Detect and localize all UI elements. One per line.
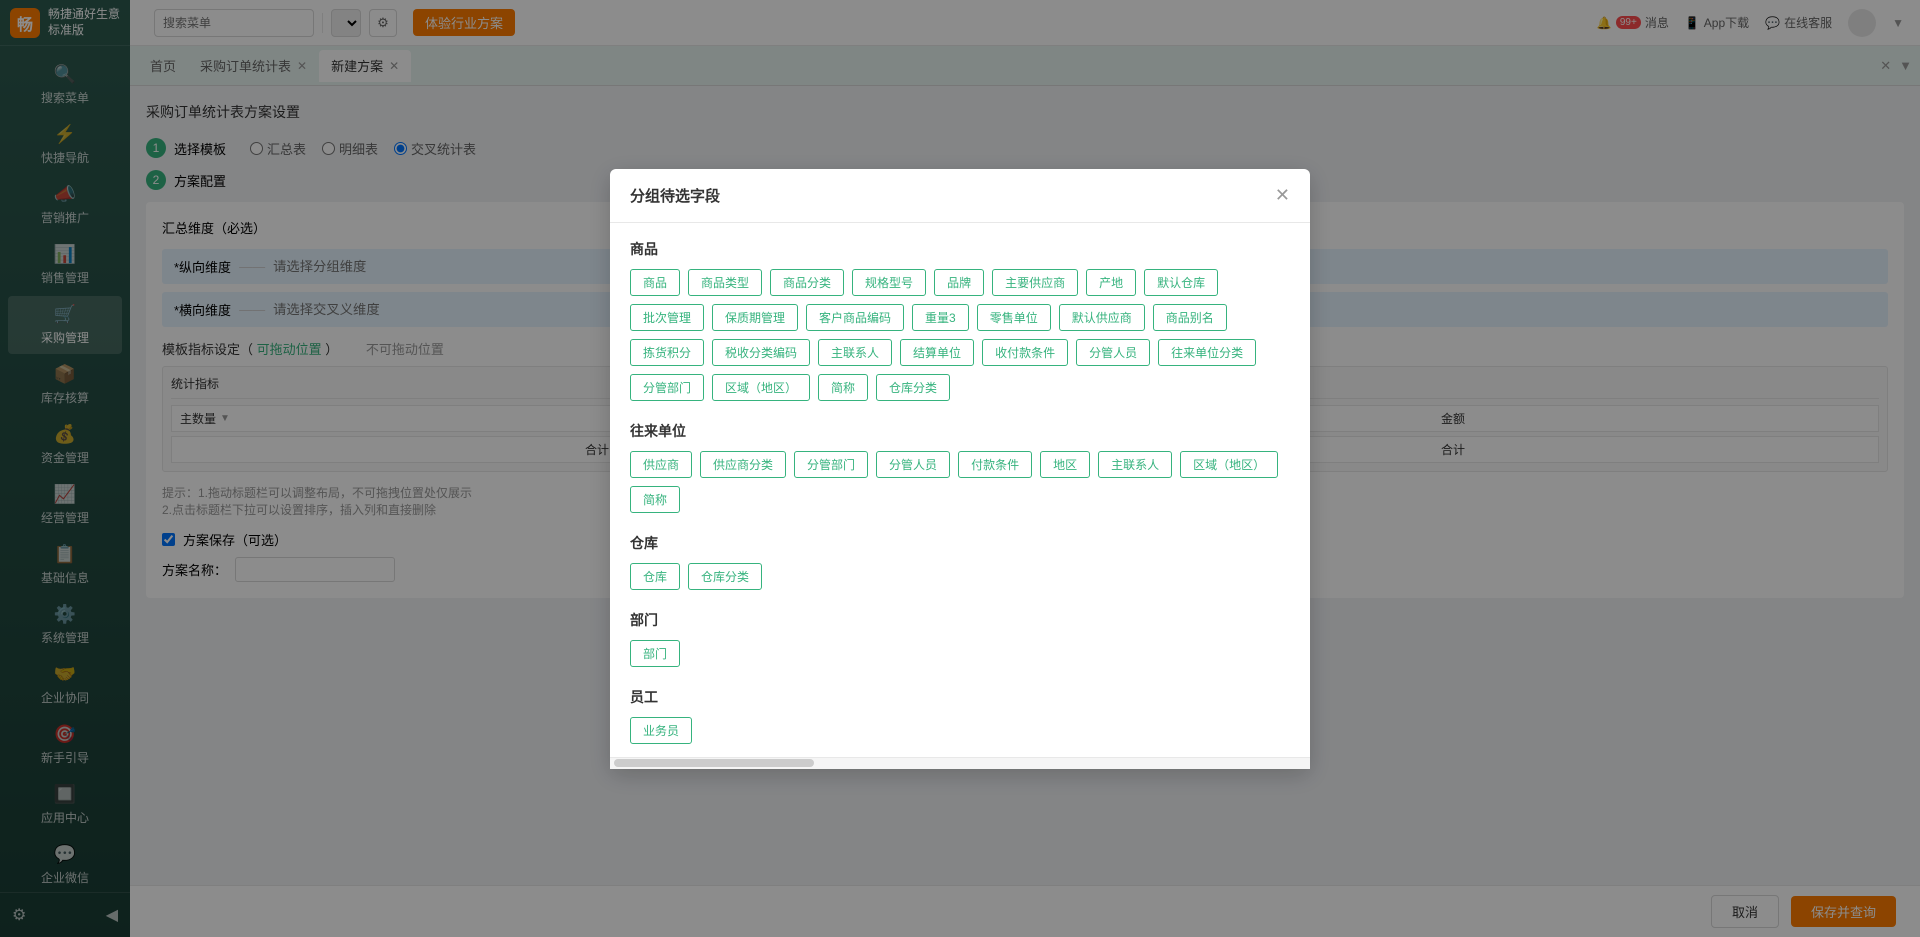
field-tag-0-14[interactable]: 商品别名 <box>1153 304 1227 331</box>
field-tag-0-25[interactable]: 仓库分类 <box>876 374 950 401</box>
field-tag-1-3[interactable]: 分管人员 <box>876 451 950 478</box>
field-tag-0-19[interactable]: 收付款条件 <box>982 339 1068 366</box>
field-section-4: 员工业务员 <box>630 687 1290 744</box>
modal-title: 分组待选字段 <box>630 185 720 206</box>
field-tag-2-0[interactable]: 仓库 <box>630 563 680 590</box>
modal-overlay: 分组待选字段 ✕ 商品商品商品类型商品分类规格型号品牌主要供应商产地默认仓库批次… <box>0 0 1920 937</box>
field-section-2: 仓库仓库仓库分类 <box>630 533 1290 590</box>
field-tag-1-4[interactable]: 付款条件 <box>958 451 1032 478</box>
modal-body: 商品商品商品类型商品分类规格型号品牌主要供应商产地默认仓库批次管理保质期管理客户… <box>610 223 1310 757</box>
field-tag-0-9[interactable]: 保质期管理 <box>712 304 798 331</box>
modal-dialog: 分组待选字段 ✕ 商品商品商品类型商品分类规格型号品牌主要供应商产地默认仓库批次… <box>610 169 1310 769</box>
field-tag-1-6[interactable]: 主联系人 <box>1098 451 1172 478</box>
field-tag-0-3[interactable]: 规格型号 <box>852 269 926 296</box>
field-tag-1-0[interactable]: 供应商 <box>630 451 692 478</box>
field-tags-0: 商品商品类型商品分类规格型号品牌主要供应商产地默认仓库批次管理保质期管理客户商品… <box>630 269 1290 401</box>
field-tag-0-21[interactable]: 往来单位分类 <box>1158 339 1256 366</box>
field-tag-3-0[interactable]: 部门 <box>630 640 680 667</box>
field-tags-4: 业务员 <box>630 717 1290 744</box>
field-tag-0-12[interactable]: 零售单位 <box>977 304 1051 331</box>
field-tag-0-8[interactable]: 批次管理 <box>630 304 704 331</box>
field-section-title-3: 部门 <box>630 610 1290 630</box>
field-tag-4-0[interactable]: 业务员 <box>630 717 692 744</box>
field-tag-1-8[interactable]: 简称 <box>630 486 680 513</box>
field-tag-0-6[interactable]: 产地 <box>1086 269 1136 296</box>
field-tag-0-20[interactable]: 分管人员 <box>1076 339 1150 366</box>
field-tag-0-24[interactable]: 简称 <box>818 374 868 401</box>
field-section-title-0: 商品 <box>630 239 1290 259</box>
field-tag-0-23[interactable]: 区域（地区） <box>712 374 810 401</box>
field-section-0: 商品商品商品类型商品分类规格型号品牌主要供应商产地默认仓库批次管理保质期管理客户… <box>630 239 1290 401</box>
field-section-title-1: 往来单位 <box>630 421 1290 441</box>
field-tag-0-22[interactable]: 分管部门 <box>630 374 704 401</box>
scroll-thumb <box>614 759 814 767</box>
field-tag-0-17[interactable]: 主联系人 <box>818 339 892 366</box>
field-tag-0-16[interactable]: 税收分类编码 <box>712 339 810 366</box>
field-section-title-2: 仓库 <box>630 533 1290 553</box>
modal-header: 分组待选字段 ✕ <box>610 169 1310 223</box>
field-tags-3: 部门 <box>630 640 1290 667</box>
field-section-3: 部门部门 <box>630 610 1290 667</box>
field-tag-0-13[interactable]: 默认供应商 <box>1059 304 1145 331</box>
field-tags-1: 供应商供应商分类分管部门分管人员付款条件地区主联系人区域（地区） 简称 <box>630 451 1290 513</box>
field-tag-0-11[interactable]: 重量3 <box>912 304 969 331</box>
field-section-1: 往来单位供应商供应商分类分管部门分管人员付款条件地区主联系人区域（地区） 简称 <box>630 421 1290 513</box>
field-tag-0-1[interactable]: 商品类型 <box>688 269 762 296</box>
field-tag-1-7[interactable]: 区域（地区） <box>1180 451 1278 478</box>
modal-horizontal-scrollbar[interactable] <box>610 757 1310 769</box>
field-tag-0-7[interactable]: 默认仓库 <box>1144 269 1218 296</box>
field-tag-1-1[interactable]: 供应商分类 <box>700 451 786 478</box>
field-tag-0-0[interactable]: 商品 <box>630 269 680 296</box>
field-tag-2-1[interactable]: 仓库分类 <box>688 563 762 590</box>
modal-close-button[interactable]: ✕ <box>1275 186 1290 204</box>
field-tag-1-2[interactable]: 分管部门 <box>794 451 868 478</box>
field-section-title-4: 员工 <box>630 687 1290 707</box>
field-tags-2: 仓库仓库分类 <box>630 563 1290 590</box>
field-tag-0-5[interactable]: 主要供应商 <box>992 269 1078 296</box>
field-tag-1-5[interactable]: 地区 <box>1040 451 1090 478</box>
field-tag-0-15[interactable]: 拣货积分 <box>630 339 704 366</box>
field-tag-0-4[interactable]: 品牌 <box>934 269 984 296</box>
field-tag-0-18[interactable]: 结算单位 <box>900 339 974 366</box>
field-tag-0-2[interactable]: 商品分类 <box>770 269 844 296</box>
field-tag-0-10[interactable]: 客户商品编码 <box>806 304 904 331</box>
